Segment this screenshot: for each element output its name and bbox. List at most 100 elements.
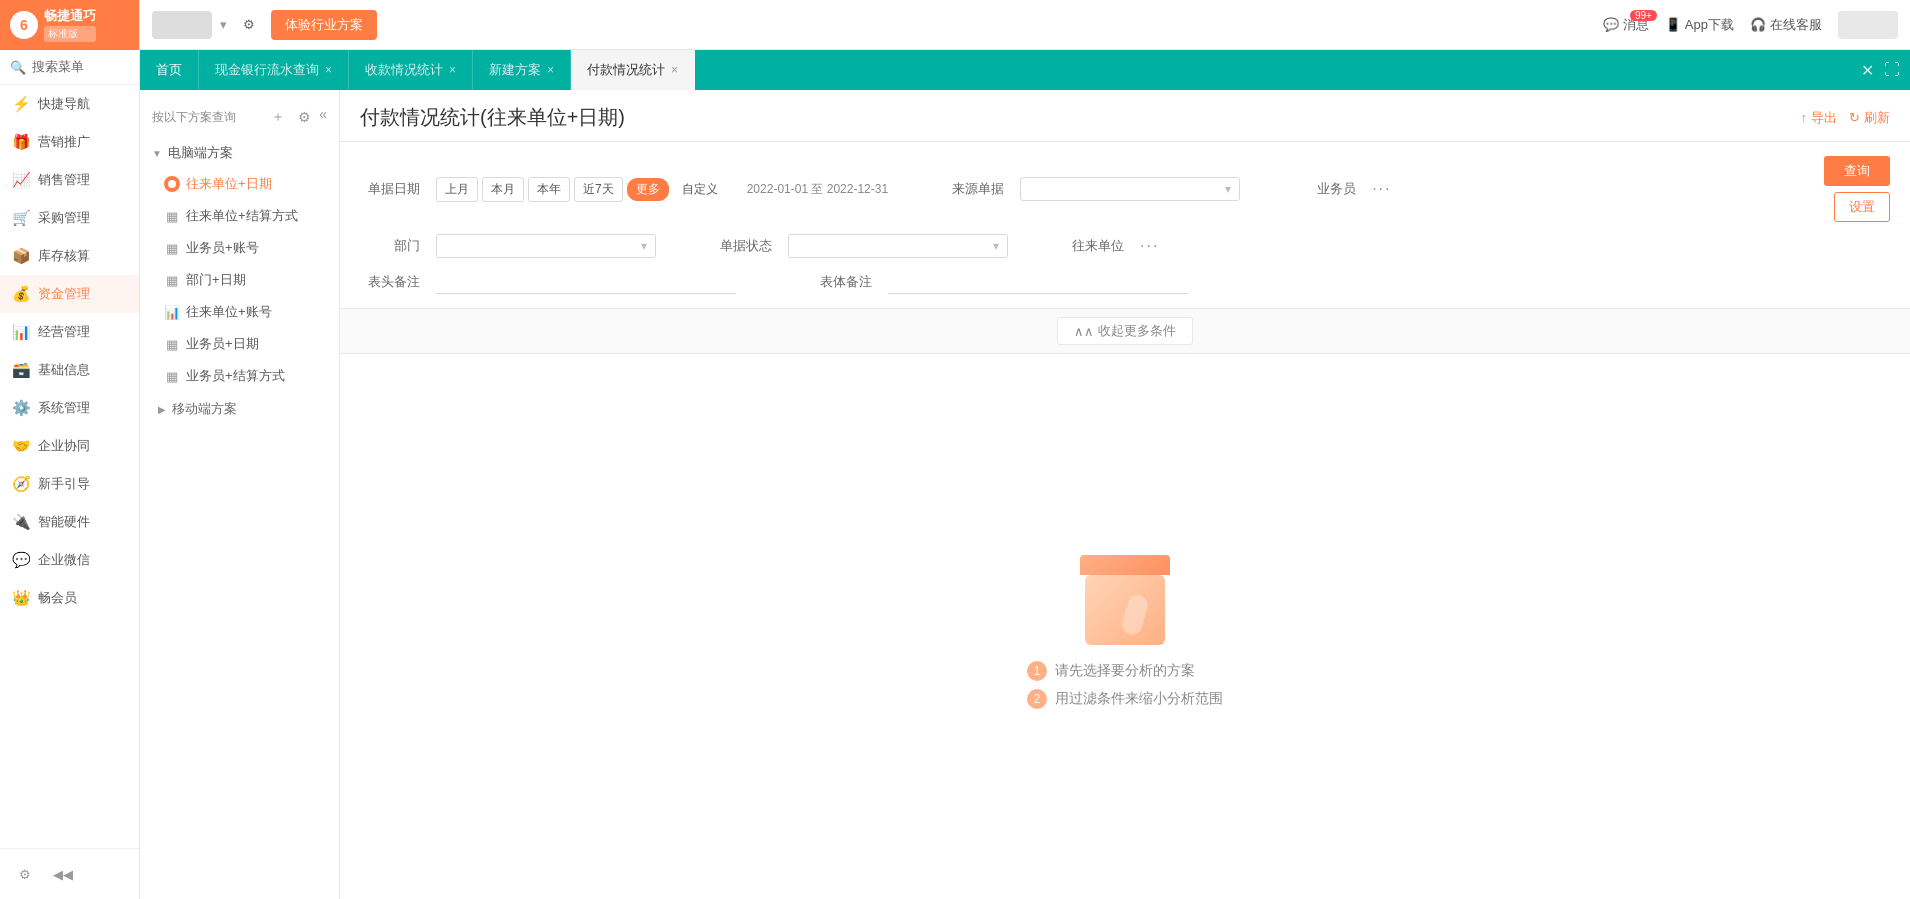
query-actions: 查询 设置 [1824, 156, 1890, 222]
sidebar-item-guide[interactable]: 🧭 新手引导 [0, 465, 139, 503]
tab-payment-close[interactable]: × [671, 63, 678, 77]
last-7days-button[interactable]: 近7天 [574, 177, 623, 202]
custom-date-button[interactable]: 自定义 [673, 177, 727, 202]
collapse-conditions-button[interactable]: ∧∧ 收起更多条件 [1057, 317, 1193, 345]
trial-button[interactable]: 体验行业方案 [271, 10, 377, 40]
scheme-collapse-button[interactable]: « [319, 106, 327, 128]
close-window-button[interactable]: ✕ [1861, 61, 1874, 80]
empty-hint-1: 1 请先选择要分析的方案 [1027, 661, 1223, 681]
box-body [1085, 575, 1165, 645]
page-title: 付款情况统计(往来单位+日期) [360, 104, 625, 131]
body-remark-label: 表体备注 [812, 273, 872, 291]
maximize-button[interactable]: ⛶ [1884, 61, 1900, 79]
scheme-active-icon [164, 176, 180, 192]
scheme-item-dept-date[interactable]: ▦ 部门+日期 [140, 264, 339, 296]
filter-row-2: 部门 ▾ 单据状态 ▾ 往来单位 ··· [360, 234, 1890, 258]
scheme-item-staff-account[interactable]: ▦ 业务员+账号 [140, 232, 339, 264]
topbar-right: 💬 消息 99+ 📱 App下载 🎧 在线客服 [1603, 11, 1898, 39]
sidebar-item-capital[interactable]: 💰 资金管理 [0, 275, 139, 313]
refresh-button[interactable]: ↻ 刷新 [1849, 109, 1890, 127]
query-button[interactable]: 查询 [1824, 156, 1890, 186]
scheme-panel-header: 按以下方案查询 ＋ ⚙ « [140, 100, 339, 134]
dept-label: 部门 [360, 237, 420, 255]
body-remark-input[interactable] [888, 270, 1188, 294]
phone-icon: 📱 [1665, 17, 1681, 32]
source-select[interactable]: ▾ [1020, 177, 1240, 201]
sidebar-item-quick-nav[interactable]: ⚡ 快捷导航 [0, 85, 139, 123]
last-month-button[interactable]: 上月 [436, 177, 478, 202]
this-year-button[interactable]: 本年 [528, 177, 570, 202]
sidebar-item-sales[interactable]: 📈 销售管理 [0, 161, 139, 199]
sidebar-item-member[interactable]: 👑 畅会员 [0, 579, 139, 617]
search-icon: 🔍 [10, 60, 26, 75]
counterpart-label: 往来单位 [1064, 237, 1124, 255]
online-service-button[interactable]: 🎧 在线客服 [1750, 16, 1822, 34]
tab-home[interactable]: 首页 [140, 50, 199, 90]
quick-nav-icon: ⚡ [12, 95, 30, 113]
source-label: 来源单据 [944, 180, 1004, 198]
dept-select[interactable]: ▾ [436, 234, 656, 258]
this-month-button[interactable]: 本月 [482, 177, 524, 202]
sidebar-collapse-button[interactable]: ◀◀ [48, 859, 78, 889]
inventory-icon: 📦 [12, 247, 30, 265]
scheme-item-unit-settle[interactable]: ▦ 往来单位+结算方式 [140, 200, 339, 232]
sidebar-item-purchase[interactable]: 🛒 采购管理 [0, 199, 139, 237]
staff-select-button[interactable]: ··· [1372, 180, 1391, 198]
smart-icon: 🔌 [12, 513, 30, 531]
sidebar-item-inventory[interactable]: 📦 库存核算 [0, 237, 139, 275]
sidebar-item-basic[interactable]: 🗃️ 基础信息 [0, 351, 139, 389]
notifications-button[interactable]: 💬 消息 99+ [1603, 16, 1649, 34]
filter-row-1: 单据日期 上月 本月 本年 近7天 更多 自定义 2022-01-01 至 20… [360, 156, 1890, 222]
group-expand-icon: ▼ [152, 148, 162, 159]
enterprise-icon: 🤝 [12, 437, 30, 455]
sidebar-item-wechat[interactable]: 💬 企业微信 [0, 541, 139, 579]
counterpart-select-button[interactable]: ··· [1140, 237, 1159, 255]
app-download-button[interactable]: 📱 App下载 [1665, 16, 1734, 34]
mobile-scheme-group: ▶ 移动端方案 [140, 394, 339, 424]
collapse-bar: ∧∧ 收起更多条件 [340, 309, 1910, 354]
desktop-group-header[interactable]: ▼ 电脑端方案 [140, 138, 339, 168]
tab-new-plan[interactable]: 新建方案 × [473, 50, 571, 90]
main-area: ▾ ⚙ 体验行业方案 💬 消息 99+ 📱 App下载 🎧 在线客服 首页 [140, 0, 1910, 899]
sidebar-item-smart[interactable]: 🔌 智能硬件 [0, 503, 139, 541]
user-avatar[interactable] [1838, 11, 1898, 39]
scheme-item-staff-date[interactable]: ▦ 业务员+日期 [140, 328, 339, 360]
doc-status-select[interactable]: ▾ [788, 234, 1008, 258]
sidebar-item-system[interactable]: ⚙️ 系统管理 [0, 389, 139, 427]
scheme-item-unit-date[interactable]: 往来单位+日期 [140, 168, 339, 200]
topbar-avatar [152, 11, 212, 39]
scheme-table-icon-3: ▦ [164, 272, 180, 288]
tab-payment[interactable]: 付款情况统计 × [571, 50, 695, 90]
scheme-settings-button[interactable]: ⚙ [293, 106, 315, 128]
filter-row-3: 表头备注 表体备注 [360, 270, 1890, 294]
sidebar-footer: ⚙ ◀◀ [0, 848, 139, 899]
sidebar-item-enterprise[interactable]: 🤝 企业协同 [0, 427, 139, 465]
staff-label: 业务员 [1296, 180, 1356, 198]
member-icon: 👑 [12, 589, 30, 607]
sidebar-item-operation[interactable]: 📊 经营管理 [0, 313, 139, 351]
topbar-dropdown-chevron[interactable]: ▾ [220, 17, 227, 32]
capital-icon: 💰 [12, 285, 30, 303]
sidebar-item-marketing[interactable]: 🎁 营销推广 [0, 123, 139, 161]
settings-button[interactable]: 设置 [1834, 192, 1890, 222]
window-controls: ✕ ⛶ [1851, 50, 1910, 90]
topbar-settings-icon[interactable]: ⚙ [235, 11, 263, 39]
header-remark-input[interactable] [436, 270, 736, 294]
sidebar-nav: ⚡ 快捷导航 🎁 营销推广 📈 销售管理 🛒 采购管理 📦 库存核算 💰 资金管… [0, 85, 139, 848]
tab-bank-close[interactable]: × [325, 63, 332, 77]
guide-icon: 🧭 [12, 475, 30, 493]
desktop-scheme-group: ▼ 电脑端方案 往来单位+日期 ▦ 往来单位+结算方式 ▦ 业务员+账号 [140, 138, 339, 392]
sidebar-search[interactable]: 🔍 搜索菜单 [0, 50, 139, 85]
scheme-item-staff-settle[interactable]: ▦ 业务员+结算方式 [140, 360, 339, 392]
more-dates-button[interactable]: 更多 [627, 178, 669, 201]
scheme-add-button[interactable]: ＋ [267, 106, 289, 128]
mobile-group-header[interactable]: ▶ 移动端方案 [140, 394, 339, 424]
scheme-item-unit-account[interactable]: 📊 往来单位+账号 [140, 296, 339, 328]
tab-bank[interactable]: 现金银行流水查询 × [199, 50, 349, 90]
tab-receipt[interactable]: 收款情况统计 × [349, 50, 473, 90]
sidebar-settings-button[interactable]: ⚙ [10, 859, 40, 889]
wechat-icon: 💬 [12, 551, 30, 569]
tab-receipt-close[interactable]: × [449, 63, 456, 77]
export-button[interactable]: ↑ 导出 [1801, 109, 1838, 127]
tab-new-plan-close[interactable]: × [547, 63, 554, 77]
